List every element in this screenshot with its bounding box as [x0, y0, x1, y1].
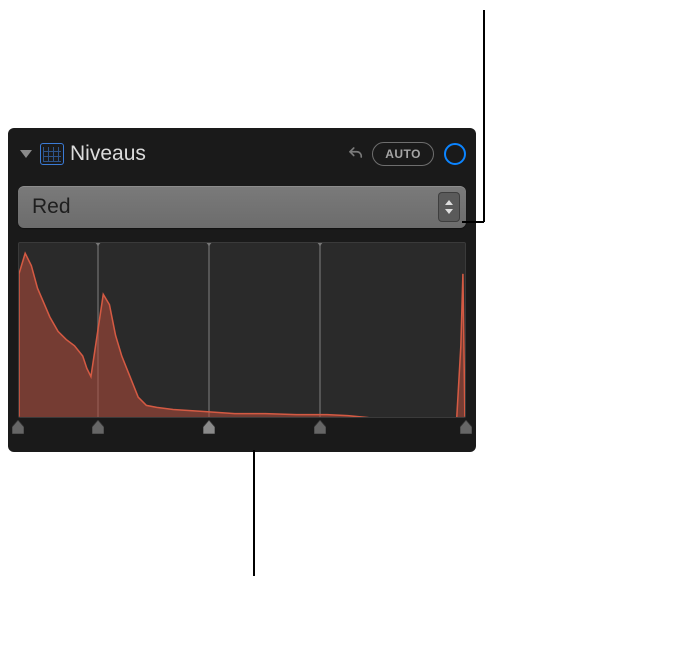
- levels-panel: Niveaus AUTO Red: [8, 128, 476, 452]
- histogram-area: [18, 242, 466, 438]
- levels-icon: [40, 143, 64, 165]
- panel-header: Niveaus AUTO: [18, 136, 466, 172]
- levels-handle[interactable]: [314, 420, 326, 434]
- auto-button[interactable]: AUTO: [372, 142, 434, 166]
- callout-line: [462, 221, 484, 223]
- callout-line: [483, 10, 485, 222]
- channel-dropdown-value: Red: [32, 195, 71, 219]
- histogram[interactable]: [18, 242, 466, 418]
- undo-icon[interactable]: [346, 144, 366, 164]
- levels-handle[interactable]: [460, 420, 472, 434]
- panel-title: Niveaus: [70, 142, 340, 166]
- channel-dropdown[interactable]: Red: [18, 186, 466, 228]
- handle-track: [18, 420, 466, 438]
- disclosure-triangle-icon[interactable]: [20, 150, 32, 158]
- stepper-icon: [438, 192, 460, 222]
- levels-handle[interactable]: [12, 420, 24, 434]
- callout-line: [253, 450, 255, 576]
- enable-ring-icon[interactable]: [444, 143, 466, 165]
- histogram-curve: [19, 243, 465, 418]
- levels-handle[interactable]: [203, 420, 215, 434]
- levels-handle[interactable]: [92, 420, 104, 434]
